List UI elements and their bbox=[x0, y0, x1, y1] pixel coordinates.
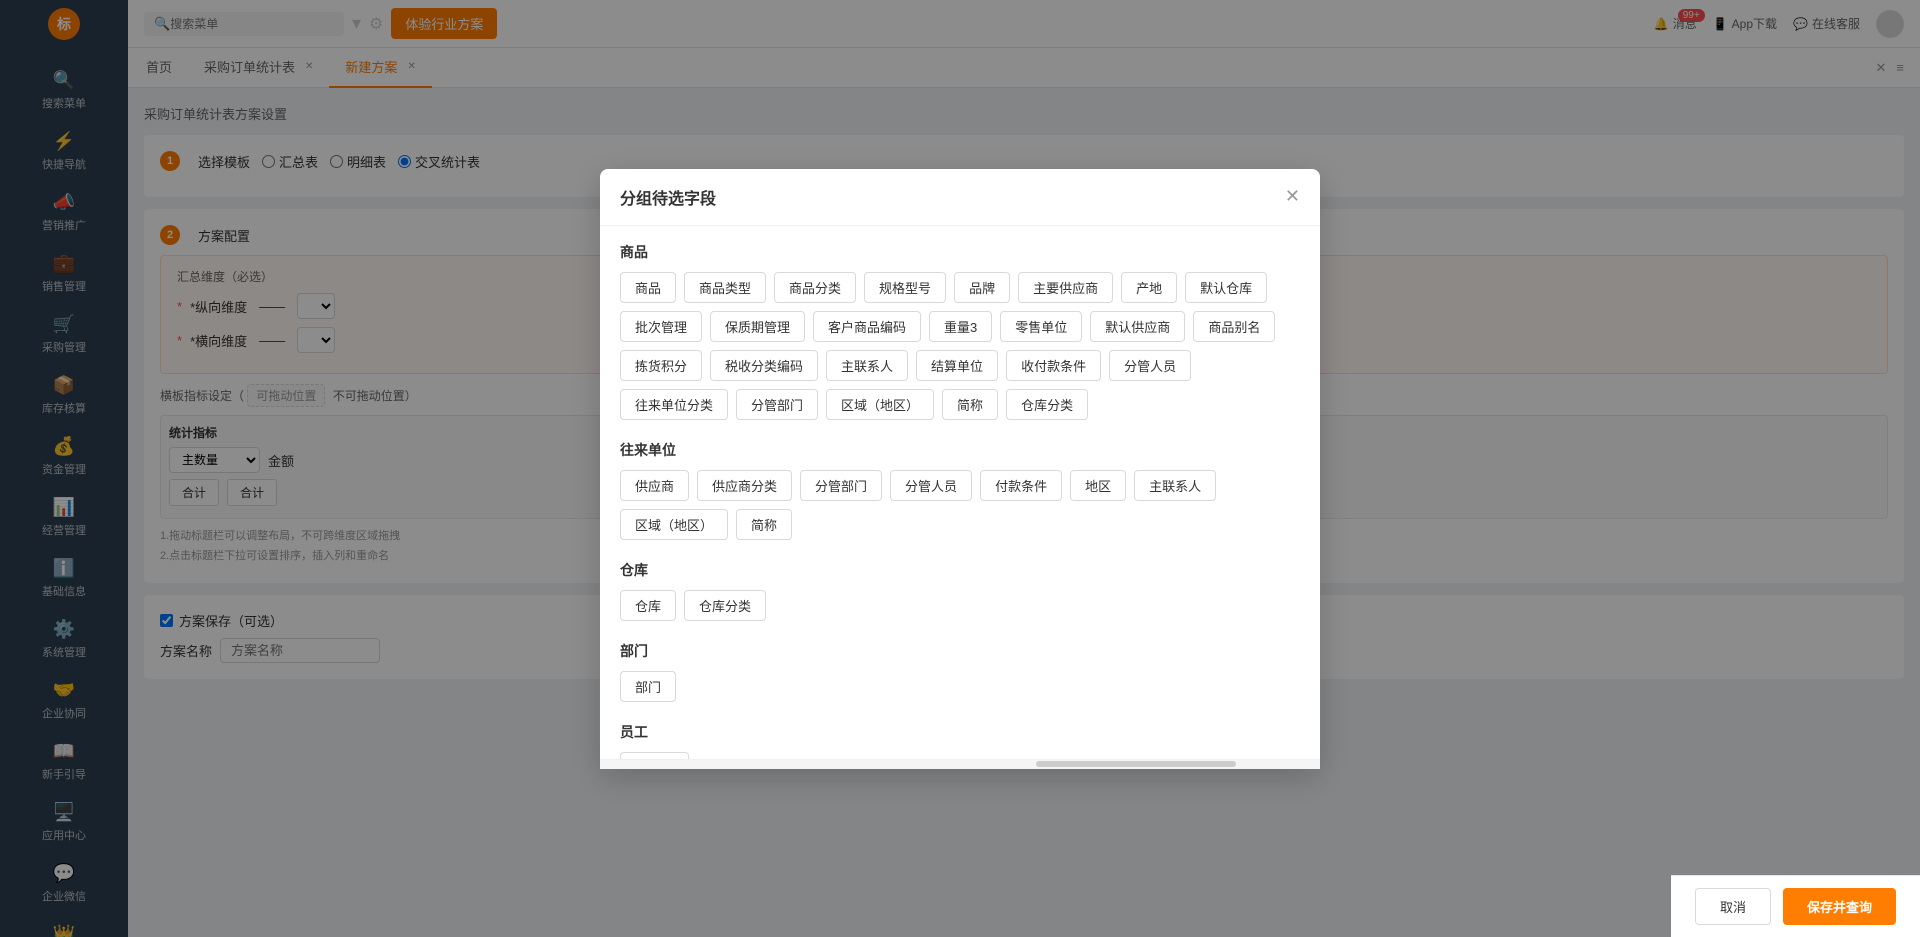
field-section-3: 部门部门 bbox=[620, 641, 1300, 702]
field-tag-0-17[interactable]: 主联系人 bbox=[826, 350, 908, 381]
field-section-1: 往来单位供应商供应商分类分管部门分管人员付款条件地区主联系人区域（地区） 简称 bbox=[620, 440, 1300, 540]
field-tag-1-3[interactable]: 分管人员 bbox=[890, 470, 972, 501]
modal-scroll-bottom bbox=[600, 759, 1320, 769]
field-tag-0-21[interactable]: 往来单位分类 bbox=[620, 389, 728, 420]
field-tag-0-14[interactable]: 商品别名 bbox=[1193, 311, 1275, 342]
field-tag-0-2[interactable]: 商品分类 bbox=[774, 272, 856, 303]
field-tag-0-7[interactable]: 默认仓库 bbox=[1185, 272, 1267, 303]
footer-buttons: 取消 保存并查询 bbox=[1671, 875, 1920, 937]
field-tag-0-18[interactable]: 结算单位 bbox=[916, 350, 998, 381]
field-tag-1-7[interactable]: 区域（地区） bbox=[620, 509, 728, 540]
field-tags-3: 部门 bbox=[620, 671, 1300, 702]
field-section-2: 仓库仓库仓库分类 bbox=[620, 560, 1300, 621]
section-title-0: 商品 bbox=[620, 242, 1300, 262]
field-tag-0-20[interactable]: 分管人员 bbox=[1109, 350, 1191, 381]
field-section-0: 商品商品商品类型商品分类规格型号品牌主要供应商产地默认仓库批次管理保质期管理客户… bbox=[620, 242, 1300, 420]
field-tags-2: 仓库仓库分类 bbox=[620, 590, 1300, 621]
section-title-2: 仓库 bbox=[620, 560, 1300, 580]
field-tag-0-16[interactable]: 税收分类编码 bbox=[710, 350, 818, 381]
field-tag-3-0[interactable]: 部门 bbox=[620, 671, 676, 702]
cancel-button[interactable]: 取消 bbox=[1695, 888, 1771, 925]
section-title-1: 往来单位 bbox=[620, 440, 1300, 460]
field-tag-0-10[interactable]: 客户商品编码 bbox=[813, 311, 921, 342]
field-tag-0-5[interactable]: 主要供应商 bbox=[1018, 272, 1113, 303]
modal-header: 分组待选字段 ✕ bbox=[600, 169, 1320, 226]
field-tag-0-0[interactable]: 商品 bbox=[620, 272, 676, 303]
field-tag-0-6[interactable]: 产地 bbox=[1121, 272, 1177, 303]
save-button[interactable]: 保存并查询 bbox=[1783, 888, 1896, 925]
modal-title: 分组待选字段 bbox=[620, 185, 716, 209]
field-tag-2-0[interactable]: 仓库 bbox=[620, 590, 676, 621]
horizontal-scrollbar-thumb[interactable] bbox=[1036, 761, 1236, 767]
field-tag-0-15[interactable]: 拣货积分 bbox=[620, 350, 702, 381]
section-title-3: 部门 bbox=[620, 641, 1300, 661]
field-tag-1-2[interactable]: 分管部门 bbox=[800, 470, 882, 501]
field-section-4: 员工业务员 bbox=[620, 722, 1300, 759]
field-tags-0: 商品商品类型商品分类规格型号品牌主要供应商产地默认仓库批次管理保质期管理客户商品… bbox=[620, 272, 1300, 420]
field-tag-0-22[interactable]: 分管部门 bbox=[736, 389, 818, 420]
modal: 分组待选字段 ✕ 商品商品商品类型商品分类规格型号品牌主要供应商产地默认仓库批次… bbox=[600, 169, 1320, 769]
field-tag-0-19[interactable]: 收付款条件 bbox=[1006, 350, 1101, 381]
field-tag-0-13[interactable]: 默认供应商 bbox=[1090, 311, 1185, 342]
field-tag-0-1[interactable]: 商品类型 bbox=[684, 272, 766, 303]
field-tag-0-12[interactable]: 零售单位 bbox=[1000, 311, 1082, 342]
field-tag-1-0[interactable]: 供应商 bbox=[620, 470, 689, 501]
field-tag-0-24[interactable]: 简称 bbox=[942, 389, 998, 420]
modal-close-button[interactable]: ✕ bbox=[1285, 186, 1300, 207]
field-tag-0-4[interactable]: 品牌 bbox=[954, 272, 1010, 303]
field-tag-0-11[interactable]: 重量3 bbox=[929, 311, 992, 342]
field-tag-1-6[interactable]: 主联系人 bbox=[1134, 470, 1216, 501]
field-tag-0-3[interactable]: 规格型号 bbox=[864, 272, 946, 303]
field-tag-1-1[interactable]: 供应商分类 bbox=[697, 470, 792, 501]
field-tag-0-23[interactable]: 区域（地区） bbox=[826, 389, 934, 420]
field-tag-4-0[interactable]: 业务员 bbox=[620, 752, 689, 759]
section-title-4: 员工 bbox=[620, 722, 1300, 742]
modal-backdrop[interactable]: 分组待选字段 ✕ 商品商品商品类型商品分类规格型号品牌主要供应商产地默认仓库批次… bbox=[0, 0, 1920, 937]
field-tag-1-5[interactable]: 地区 bbox=[1070, 470, 1126, 501]
field-tag-0-8[interactable]: 批次管理 bbox=[620, 311, 702, 342]
field-tag-1-8[interactable]: 简称 bbox=[736, 509, 792, 540]
field-tag-2-1[interactable]: 仓库分类 bbox=[684, 590, 766, 621]
field-tags-4: 业务员 bbox=[620, 752, 1300, 759]
field-tag-1-4[interactable]: 付款条件 bbox=[980, 470, 1062, 501]
field-tag-0-9[interactable]: 保质期管理 bbox=[710, 311, 805, 342]
field-tags-1: 供应商供应商分类分管部门分管人员付款条件地区主联系人区域（地区） 简称 bbox=[620, 470, 1300, 540]
modal-body: 商品商品商品类型商品分类规格型号品牌主要供应商产地默认仓库批次管理保质期管理客户… bbox=[600, 226, 1320, 759]
field-tag-0-25[interactable]: 仓库分类 bbox=[1006, 389, 1088, 420]
